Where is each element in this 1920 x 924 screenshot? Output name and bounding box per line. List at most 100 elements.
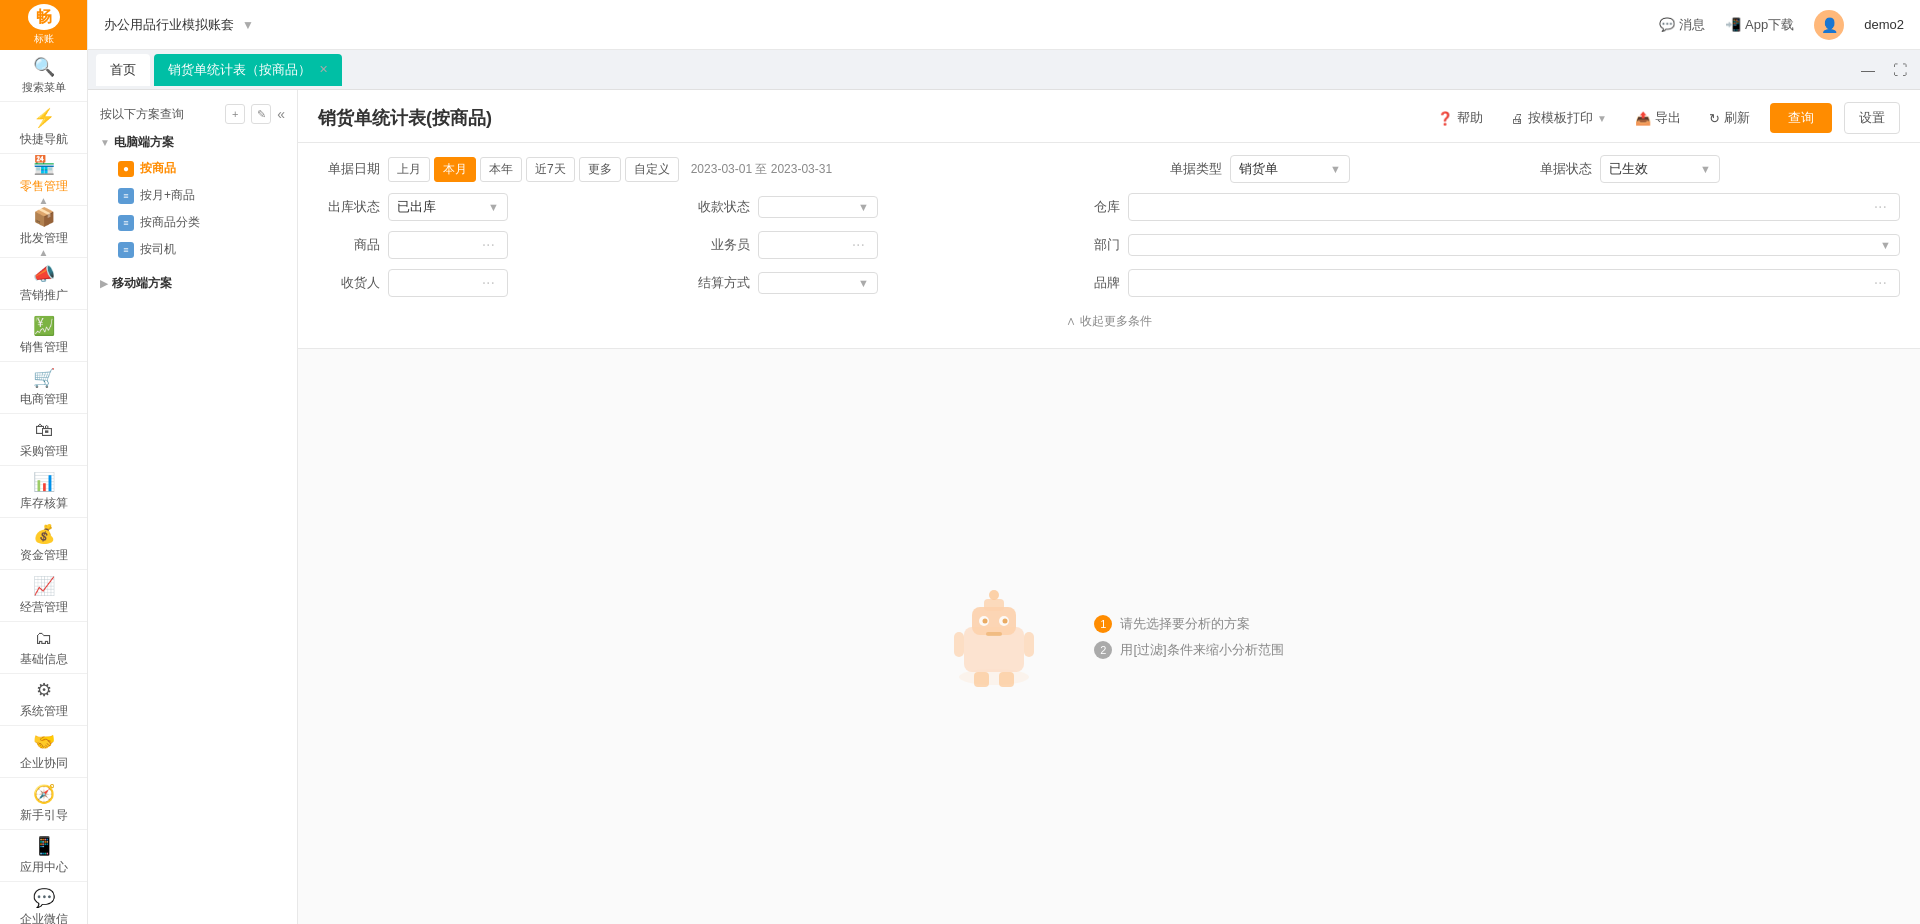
export-btn[interactable]: 📤 导出 [1627, 105, 1689, 131]
scheme-by-product[interactable]: ● 按商品 [88, 155, 297, 182]
sales-icon: 💹 [33, 315, 55, 337]
mobile-group-expand-icon: ▶ [100, 278, 108, 289]
warehouse-select[interactable]: ··· [1128, 193, 1900, 221]
sidebar-item-corpwx[interactable]: 💬 企业微信 [0, 882, 87, 924]
date-last-month[interactable]: 上月 [388, 157, 430, 182]
basic-icon: 🗂 [35, 628, 53, 649]
sidebar-item-wholesale[interactable]: 📦 批发管理 ▲ [0, 206, 87, 258]
sidebar-item-marketing[interactable]: 📣 营销推广 [0, 258, 87, 310]
message-btn[interactable]: 💬 消息 [1659, 16, 1705, 34]
doc-type-select[interactable]: 销货单 ▼ [1230, 155, 1350, 183]
sidebar-item-guide[interactable]: 🧭 新手引导 [0, 778, 87, 830]
svg-point-13 [989, 590, 999, 600]
product-select[interactable]: ··· [388, 231, 508, 259]
add-scheme-btn[interactable]: + [225, 104, 245, 124]
wholesale-icon: 📦 [33, 206, 55, 228]
edit-scheme-btn[interactable]: ✎ [251, 104, 271, 124]
date-more[interactable]: 更多 [579, 157, 621, 182]
sidebar-item-inventory[interactable]: 📊 库存核算 [0, 466, 87, 518]
settings-btn[interactable]: 设置 [1844, 102, 1900, 134]
date-this-year[interactable]: 本年 [480, 157, 522, 182]
sidebar-item-basic[interactable]: 🗂 基础信息 [0, 622, 87, 674]
marketing-icon: 📣 [33, 263, 55, 285]
sidebar-item-operations[interactable]: 📈 经营管理 [0, 570, 87, 622]
desktop-scheme-title[interactable]: ▼ 电脑端方案 [88, 130, 297, 155]
sidebar-item-ecommerce[interactable]: 🛒 电商管理 [0, 362, 87, 414]
filter-row-3: 商品 ··· 业务员 ··· 部门 [318, 231, 1900, 259]
collapse-filter-btn[interactable]: ∧ 收起更多条件 [318, 307, 1900, 336]
doc-status-select[interactable]: 已生效 ▼ [1600, 155, 1720, 183]
sidebar-item-appcenter[interactable]: 📱 应用中心 [0, 830, 87, 882]
warehouse-label: 仓库 [1058, 198, 1128, 216]
app-logo[interactable]: 畅 标账 [0, 0, 87, 50]
mobile-scheme-title[interactable]: ▶ 移动端方案 [88, 271, 297, 296]
sidebar-item-finance[interactable]: 💰 资金管理 [0, 518, 87, 570]
settlement-select[interactable]: ▼ [758, 272, 878, 294]
brand-dots[interactable]: ··· [1870, 274, 1891, 292]
date-this-month[interactable]: 本月 [434, 157, 476, 182]
help-btn[interactable]: ❓ 帮助 [1429, 105, 1491, 131]
svg-rect-9 [1024, 632, 1034, 657]
operations-icon: 📈 [33, 575, 55, 597]
export-icon: 📤 [1635, 111, 1651, 126]
sidebar-item-system[interactable]: ⚙ 系统管理 [0, 674, 87, 726]
tab-bar: 首页 销货单统计表（按商品） ✕ — ⛶ [88, 50, 1920, 90]
tab-minimize-btn[interactable]: — [1856, 58, 1880, 82]
sidebar-item-sales[interactable]: 💹 销售管理 [0, 310, 87, 362]
app-download-btn[interactable]: 📲 App下载 [1725, 16, 1794, 34]
scheme-by-category[interactable]: ≡ 按商品分类 [88, 209, 297, 236]
title-arrow[interactable]: ▼ [242, 18, 254, 32]
scheme-icon-1: ≡ [118, 188, 134, 204]
quicknav-icon: ⚡ [33, 107, 55, 129]
tab-sales-stat[interactable]: 销货单统计表（按商品） ✕ [154, 54, 342, 86]
svg-rect-11 [999, 672, 1014, 687]
user-avatar[interactable]: 👤 [1814, 10, 1844, 40]
message-icon: 💬 [1659, 17, 1675, 32]
tip-num-1: 1 [1094, 615, 1112, 633]
salesperson-select[interactable]: ··· [758, 231, 878, 259]
date-btns: 上月 本月 本年 近7天 更多 自定义 2023-03-01 至 2023-03… [388, 157, 832, 182]
dept-select[interactable]: ▼ [1128, 234, 1900, 256]
product-dots[interactable]: ··· [478, 236, 499, 254]
salesperson-dots[interactable]: ··· [848, 236, 869, 254]
warehouse-control: ··· [1128, 193, 1900, 221]
settlement-arrow: ▼ [858, 277, 869, 289]
sidebar-item-purchase[interactable]: 🛍 采购管理 [0, 414, 87, 466]
tab-home[interactable]: 首页 [96, 54, 150, 86]
sidebar-item-enterprise[interactable]: 🤝 企业协同 [0, 726, 87, 778]
scheme-by-cashier[interactable]: ≡ 按司机 [88, 236, 297, 263]
left-panel-header: 按以下方案查询 + ✎ « [88, 98, 297, 130]
receiver-select[interactable]: ··· [388, 269, 508, 297]
settlement-control: ▼ [758, 272, 1058, 294]
tab-maximize-btn[interactable]: ⛶ [1888, 58, 1912, 82]
system-icon: ⚙ [36, 679, 52, 701]
date-custom[interactable]: 自定义 [625, 157, 679, 182]
top-header-left: 办公用品行业模拟账套 ▼ [104, 16, 254, 34]
sidebar-item-search[interactable]: 🔍 搜索菜单 [0, 50, 87, 102]
filter-area: 单据日期 上月 本月 本年 近7天 更多 自定义 2023-03-01 至 20… [298, 143, 1920, 349]
date-7days[interactable]: 近7天 [526, 157, 575, 182]
scheme-icon-3: ≡ [118, 242, 134, 258]
refresh-btn[interactable]: ↻ 刷新 [1701, 105, 1758, 131]
sidebar-item-quicknav[interactable]: ⚡ 快捷导航 [0, 102, 87, 154]
scheme-by-month-product[interactable]: ≡ 按月+商品 [88, 182, 297, 209]
app-title: 办公用品行业模拟账套 [104, 16, 234, 34]
receiver-dots[interactable]: ··· [478, 274, 499, 292]
warehouse-dots[interactable]: ··· [1870, 198, 1891, 216]
out-status-select[interactable]: 已出库 ▼ [388, 193, 508, 221]
tab-close-btn[interactable]: ✕ [319, 63, 328, 76]
desktop-scheme-group: ▼ 电脑端方案 ● 按商品 ≡ 按月+商品 ≡ 按商品分类 ≡ 按司机 [88, 130, 297, 271]
product-control: ··· [388, 231, 688, 259]
left-panel: 按以下方案查询 + ✎ « ▼ 电脑端方案 ● 按商品 ≡ 按月+商品 [88, 90, 298, 924]
purchase-icon: 🛍 [35, 420, 53, 441]
tab-controls: — ⛶ [1856, 58, 1912, 82]
collapse-panel-btn[interactable]: « [277, 106, 285, 122]
refresh-icon: ↻ [1709, 111, 1720, 126]
print-btn[interactable]: 🖨 按模板打印 ▼ [1503, 105, 1615, 131]
sidebar-item-retail[interactable]: 🏪 零售管理 ▲ [0, 154, 87, 206]
query-btn[interactable]: 查询 [1770, 103, 1832, 133]
empty-robot-illustration [934, 577, 1054, 697]
brand-select[interactable]: ··· [1128, 269, 1900, 297]
payment-status-select[interactable]: ▼ [758, 196, 878, 218]
date-range-text: 2023-03-01 至 2023-03-31 [691, 161, 832, 178]
